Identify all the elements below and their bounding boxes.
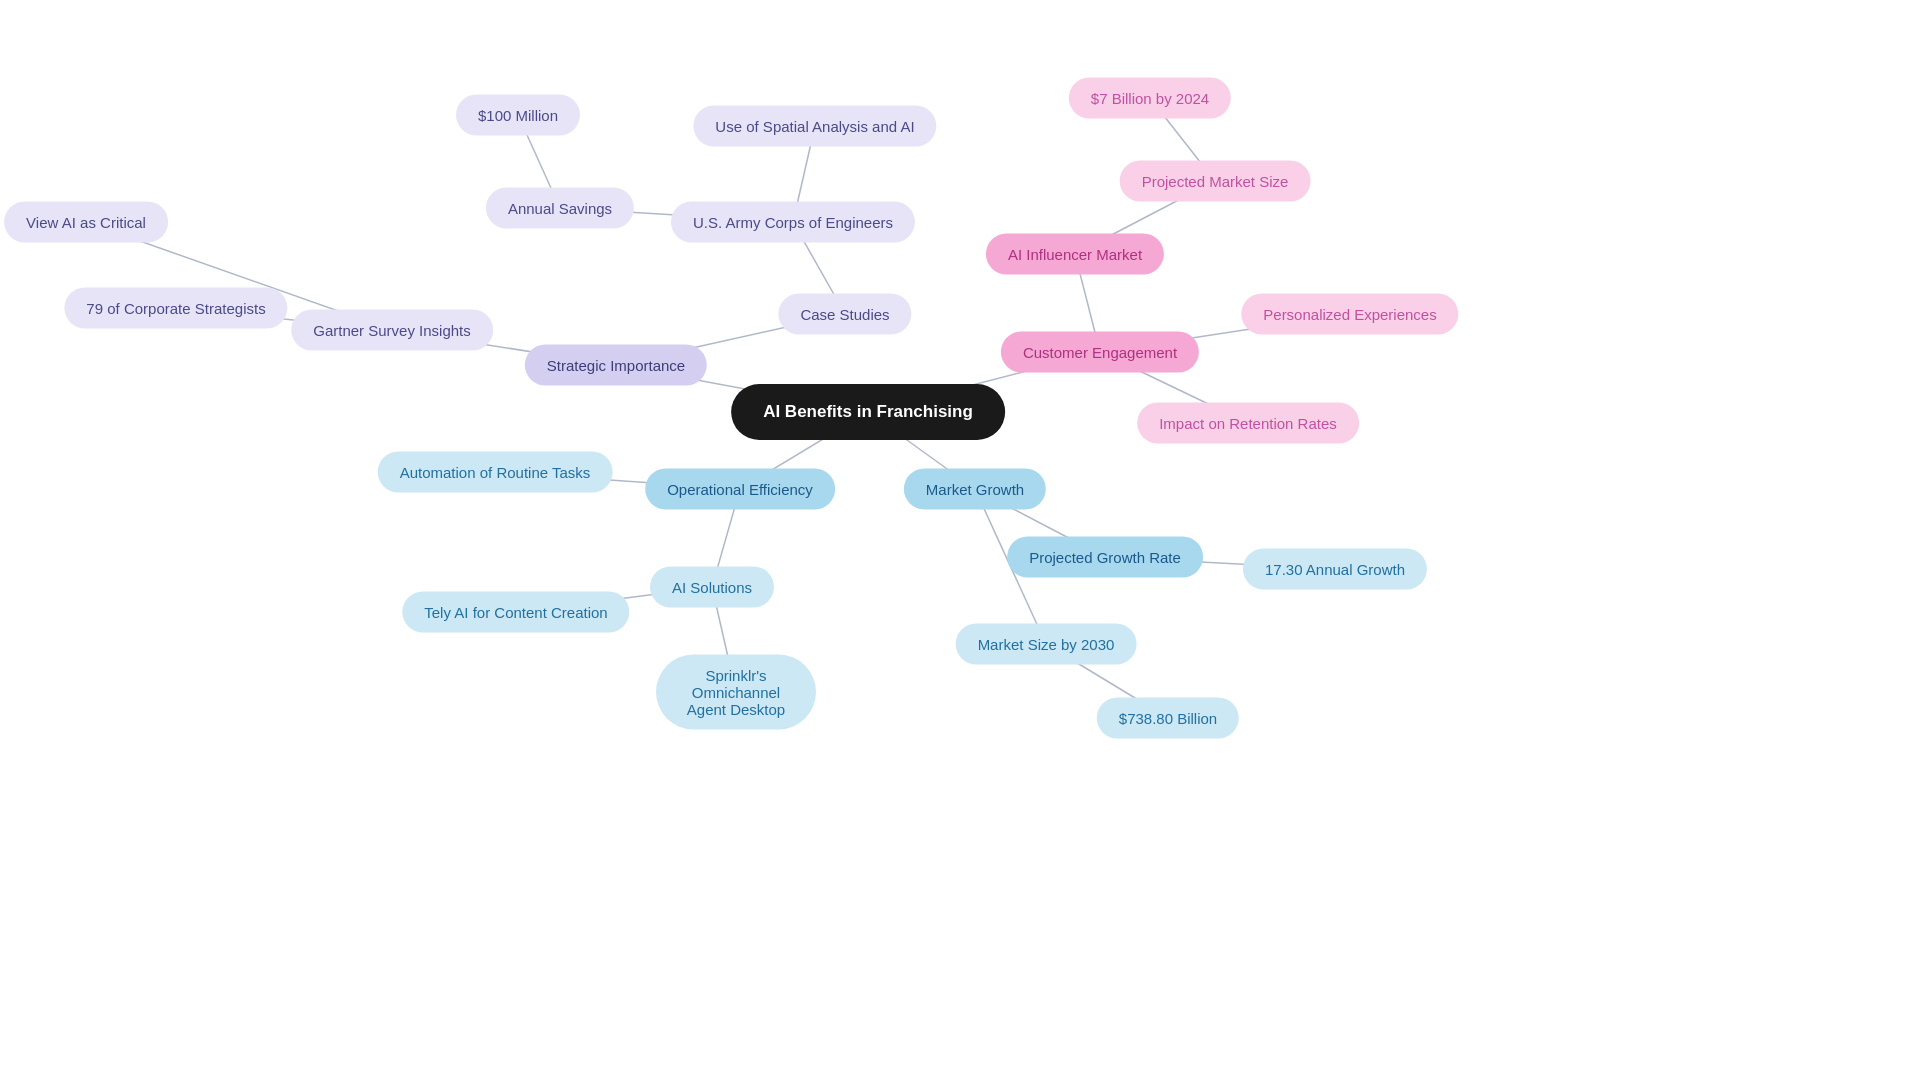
node-view_ai_critical[interactable]: View AI as Critical xyxy=(4,202,168,243)
node-sprinklr[interactable]: Sprinklr's Omnichannel Agent Desktop xyxy=(656,655,816,730)
mind-map: AI Benefits in Franchising Strategic Impo… xyxy=(0,0,1920,1083)
node-billion_738[interactable]: $738.80 Billion xyxy=(1097,698,1239,739)
node-retention_rates[interactable]: Impact on Retention Rates xyxy=(1137,403,1359,444)
node-corporate_strategists[interactable]: 79 of Corporate Strategists xyxy=(64,288,287,329)
node-personalized_exp[interactable]: Personalized Experiences xyxy=(1241,294,1458,335)
node-ai_influencer[interactable]: AI Influencer Market xyxy=(986,234,1164,275)
node-seven_billion[interactable]: $7 Billion by 2024 xyxy=(1069,78,1231,119)
node-automation[interactable]: Automation of Routine Tasks xyxy=(378,452,613,493)
node-tely_ai[interactable]: Tely AI for Content Creation xyxy=(402,592,629,633)
node-center[interactable]: AI Benefits in Franchising xyxy=(731,384,1005,440)
node-annual_savings[interactable]: Annual Savings xyxy=(486,188,634,229)
node-hundred_million[interactable]: $100 Million xyxy=(456,95,580,136)
node-strategic_importance[interactable]: Strategic Importance xyxy=(525,345,707,386)
node-operational_efficiency[interactable]: Operational Efficiency xyxy=(645,469,835,510)
node-us_army[interactable]: U.S. Army Corps of Engineers xyxy=(671,202,915,243)
node-market_size_2030[interactable]: Market Size by 2030 xyxy=(956,624,1137,665)
node-projected_market_size[interactable]: Projected Market Size xyxy=(1120,161,1311,202)
node-annual_growth[interactable]: 17.30 Annual Growth xyxy=(1243,549,1427,590)
connection-lines xyxy=(0,0,1920,1083)
node-projected_growth[interactable]: Projected Growth Rate xyxy=(1007,537,1203,578)
node-gartner_survey[interactable]: Gartner Survey Insights xyxy=(291,310,493,351)
node-spatial_analysis[interactable]: Use of Spatial Analysis and AI xyxy=(693,106,936,147)
node-case_studies[interactable]: Case Studies xyxy=(778,294,911,335)
node-customer_engagement[interactable]: Customer Engagement xyxy=(1001,332,1199,373)
node-market_growth[interactable]: Market Growth xyxy=(904,469,1046,510)
node-ai_solutions[interactable]: AI Solutions xyxy=(650,567,774,608)
